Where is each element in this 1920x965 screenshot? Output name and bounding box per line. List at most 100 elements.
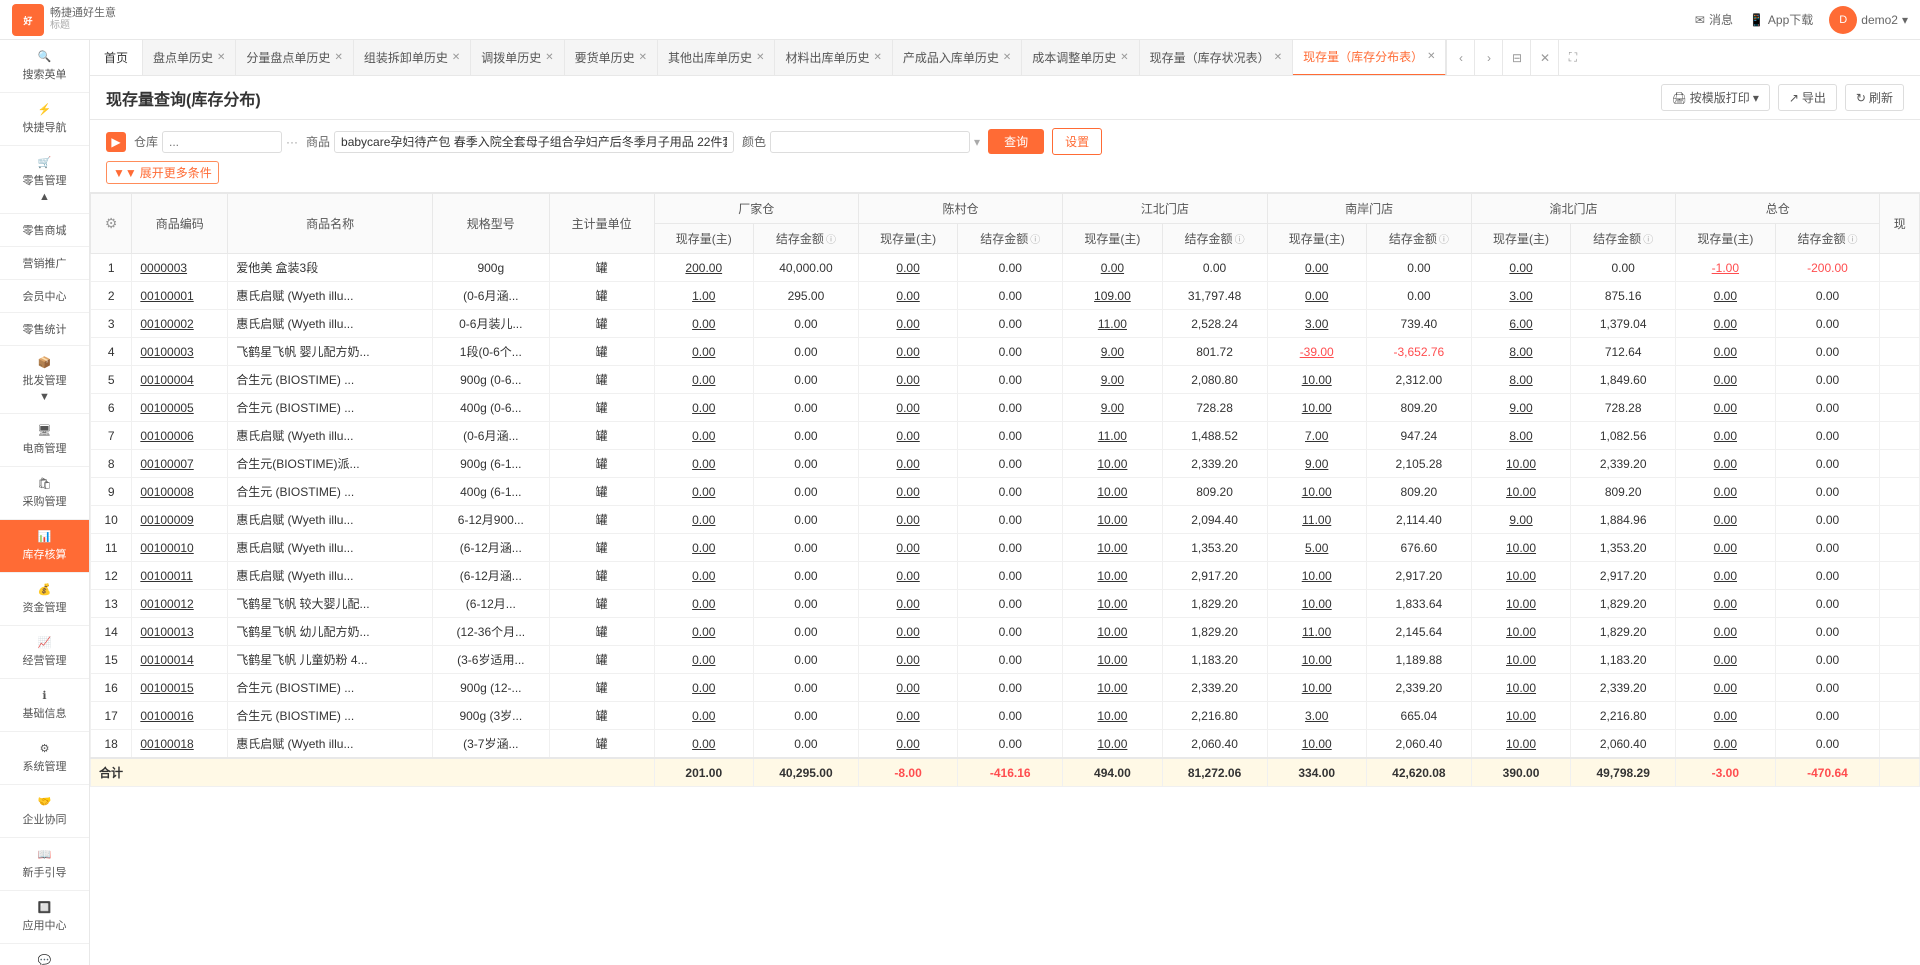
col-gear[interactable]: ⚙ <box>91 194 132 254</box>
sidebar-item-search[interactable]: 🔍 搜索英单 <box>0 40 89 93</box>
row-code[interactable]: 0000003 <box>132 254 228 282</box>
row-na-qty[interactable]: 11.00 <box>1267 618 1366 646</box>
row-c-qty[interactable]: 0.00 <box>858 310 957 338</box>
info-icon2[interactable]: ⓘ <box>1030 235 1040 246</box>
tab-close-all-btn[interactable]: ✕ <box>1530 40 1558 76</box>
row-yb-qty[interactable]: 10.00 <box>1471 534 1570 562</box>
row-yb-qty[interactable]: 9.00 <box>1471 394 1570 422</box>
sidebar-item-operations[interactable]: 📈 经营管理 <box>0 626 89 679</box>
sidebar-item-ecommerce[interactable]: 🖥 电商管理 <box>0 414 89 467</box>
row-f-qty[interactable]: 0.00 <box>654 646 753 674</box>
row-na-qty[interactable]: 3.00 <box>1267 702 1366 730</box>
row-f-qty[interactable]: 0.00 <box>654 590 753 618</box>
row-code[interactable]: 00100009 <box>132 506 228 534</box>
settings-icon[interactable]: ⚙ <box>105 215 118 231</box>
row-code[interactable]: 00100012 <box>132 590 228 618</box>
row-t-qty[interactable]: 0.00 <box>1676 310 1775 338</box>
info-icon4[interactable]: ⓘ <box>1439 235 1449 246</box>
row-na-qty[interactable]: 3.00 <box>1267 310 1366 338</box>
export-btn[interactable]: ↗ 导出 <box>1778 84 1837 111</box>
message-btn[interactable]: ✉ 消息 <box>1695 11 1733 28</box>
row-t-qty[interactable]: 0.00 <box>1676 506 1775 534</box>
sidebar-item-inventory[interactable]: 📊 库存核算 <box>0 520 89 573</box>
sidebar-item-purchase[interactable]: 🛍 采购管理 <box>0 467 89 520</box>
row-t-qty[interactable]: 0.00 <box>1676 646 1775 674</box>
row-c-qty[interactable]: 0.00 <box>858 618 957 646</box>
tab-close-icon[interactable]: ✕ <box>756 52 764 63</box>
row-na-qty[interactable]: 11.00 <box>1267 506 1366 534</box>
expand-conditions-btn[interactable]: ▼▼ 展开更多条件 <box>106 161 219 184</box>
app-download-btn[interactable]: 📱 App下载 <box>1749 11 1813 28</box>
row-jb-qty[interactable]: 9.00 <box>1063 338 1162 366</box>
row-t-qty[interactable]: -1.00 <box>1676 254 1775 282</box>
tab-next-btn[interactable]: › <box>1474 40 1502 76</box>
tab-stock-dist[interactable]: 现存量（库存分布表） ✕ <box>1293 40 1446 76</box>
sidebar-item-guide[interactable]: 📖 新手引导 <box>0 838 89 891</box>
row-f-qty[interactable]: 0.00 <box>654 310 753 338</box>
row-jb-qty[interactable]: 11.00 <box>1063 422 1162 450</box>
sidebar-item-system[interactable]: ⚙ 系统管理 <box>0 732 89 785</box>
row-f-qty[interactable]: 0.00 <box>654 674 753 702</box>
tab-close-icon[interactable]: ✕ <box>452 52 460 63</box>
row-f-qty[interactable]: 0.00 <box>654 366 753 394</box>
row-na-qty[interactable]: 10.00 <box>1267 674 1366 702</box>
row-t-qty[interactable]: 0.00 <box>1676 282 1775 310</box>
row-t-qty[interactable]: 0.00 <box>1676 590 1775 618</box>
tab-product-in[interactable]: 产成品入库单历史 ✕ <box>893 40 1022 76</box>
sidebar-item-marketing[interactable]: 营销推广 <box>0 247 89 280</box>
row-f-qty[interactable]: 0.00 <box>654 422 753 450</box>
sidebar-item-retail-store[interactable]: 零售商城 <box>0 214 89 247</box>
row-yb-qty[interactable]: 10.00 <box>1471 674 1570 702</box>
row-f-qty[interactable]: 0.00 <box>654 478 753 506</box>
tab-close-icon[interactable]: ✕ <box>217 52 225 63</box>
sidebar-item-retail-mgmt[interactable]: 🛒 零售管理 ▲ <box>0 146 89 214</box>
row-code[interactable]: 00100011 <box>132 562 228 590</box>
row-c-qty[interactable]: 0.00 <box>858 646 957 674</box>
row-yb-qty[interactable]: 10.00 <box>1471 702 1570 730</box>
row-code[interactable]: 00100003 <box>132 338 228 366</box>
row-code[interactable]: 00100010 <box>132 534 228 562</box>
print-btn[interactable]: 🖨 按模版打印 ▾ <box>1661 84 1770 111</box>
row-jb-qty[interactable]: 9.00 <box>1063 394 1162 422</box>
row-yb-qty[interactable]: 8.00 <box>1471 338 1570 366</box>
row-na-qty[interactable]: 5.00 <box>1267 534 1366 562</box>
color-input[interactable] <box>770 131 970 153</box>
info-icon5[interactable]: ⓘ <box>1643 235 1653 246</box>
row-t-qty[interactable]: 0.00 <box>1676 422 1775 450</box>
row-code[interactable]: 00100013 <box>132 618 228 646</box>
row-t-qty[interactable]: 0.00 <box>1676 730 1775 759</box>
sidebar-item-enterprise-coop[interactable]: 🤝 企业协同 <box>0 785 89 838</box>
row-c-qty[interactable]: 0.00 <box>858 590 957 618</box>
row-yb-qty[interactable]: 0.00 <box>1471 254 1570 282</box>
row-code[interactable]: 00100002 <box>132 310 228 338</box>
row-yb-qty[interactable]: 6.00 <box>1471 310 1570 338</box>
row-yb-qty[interactable]: 8.00 <box>1471 366 1570 394</box>
row-yb-qty[interactable]: 10.00 <box>1471 730 1570 759</box>
row-t-qty[interactable]: 0.00 <box>1676 394 1775 422</box>
row-c-qty[interactable]: 0.00 <box>858 674 957 702</box>
tab-assembly[interactable]: 组装拆卸单历史 ✕ <box>354 40 471 76</box>
setting-btn[interactable]: 设置 <box>1052 128 1102 155</box>
row-code[interactable]: 00100001 <box>132 282 228 310</box>
sidebar-item-nav[interactable]: ⚡ 快捷导航 <box>0 93 89 146</box>
row-f-qty[interactable]: 0.00 <box>654 338 753 366</box>
tab-close-icon[interactable]: ✕ <box>1003 52 1011 63</box>
tab-pick[interactable]: 要货单历史 ✕ <box>565 40 658 76</box>
refresh-btn[interactable]: ↻ 刷新 <box>1845 84 1904 111</box>
user-area[interactable]: D demo2 ▾ <box>1829 6 1908 34</box>
info-icon3[interactable]: ⓘ <box>1235 235 1245 246</box>
row-t-qty[interactable]: 0.00 <box>1676 478 1775 506</box>
row-c-qty[interactable]: 0.00 <box>858 506 957 534</box>
row-c-qty[interactable]: 0.00 <box>858 478 957 506</box>
tab-menu-btn[interactable]: ⊟ <box>1502 40 1530 76</box>
row-c-qty[interactable]: 0.00 <box>858 338 957 366</box>
row-c-qty[interactable]: 0.00 <box>858 562 957 590</box>
row-yb-qty[interactable]: 10.00 <box>1471 562 1570 590</box>
row-code[interactable]: 00100014 <box>132 646 228 674</box>
row-yb-qty[interactable]: 10.00 <box>1471 450 1570 478</box>
row-t-qty[interactable]: 0.00 <box>1676 338 1775 366</box>
row-f-qty[interactable]: 0.00 <box>654 702 753 730</box>
row-yb-qty[interactable]: 3.00 <box>1471 282 1570 310</box>
tab-other-out[interactable]: 其他出库单历史 ✕ <box>658 40 775 76</box>
row-f-qty[interactable]: 0.00 <box>654 562 753 590</box>
